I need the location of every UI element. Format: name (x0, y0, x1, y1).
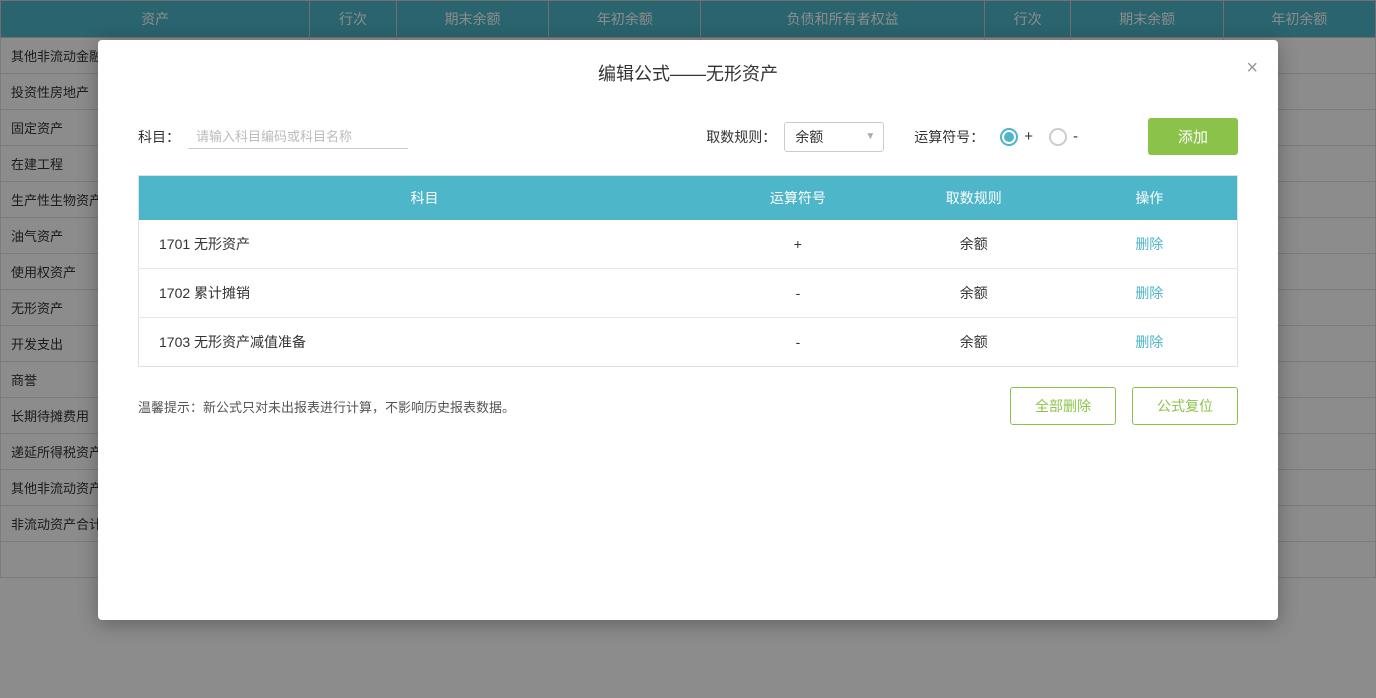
th-operator: 运算符号 (710, 176, 886, 221)
th-rule: 取数规则 (886, 176, 1062, 221)
operator-label: 运算符号： (914, 127, 984, 147)
dropdown-arrow-icon: ▼ (865, 131, 875, 142)
rule-select-text: 余额 (795, 127, 823, 147)
modal-dialog: 编辑公式——无形资产 × 科目： 取数规则： 余额 ▼ 运算符号： + (98, 40, 1278, 620)
row1-action-cell: 删除 (1062, 220, 1238, 269)
add-button[interactable]: 添加 (1148, 118, 1238, 155)
data-table-wrap: 科目 运算符号 取数规则 操作 1701 无形资产 + 余额 删除 (98, 175, 1278, 367)
modal-footer: 温馨提示：新公式只对未出报表进行计算，不影响历史报表数据。 全部删除 公式复位 (98, 367, 1278, 435)
delete-all-button[interactable]: 全部删除 (1010, 387, 1116, 425)
radio-minus-circle (1049, 128, 1067, 146)
modal-overlay: 编辑公式——无形资产 × 科目： 取数规则： 余额 ▼ 运算符号： + (0, 0, 1376, 698)
row3-operator: - (710, 318, 886, 367)
radio-minus[interactable]: - (1049, 128, 1078, 146)
formula-row-3: 1703 无形资产减值准备 - 余额 删除 (139, 318, 1238, 367)
row1-operator: + (710, 220, 886, 269)
row1-delete-button[interactable]: 删除 (1135, 236, 1163, 252)
modal-title: 编辑公式——无形资产 (598, 60, 778, 86)
form-row: 科目： 取数规则： 余额 ▼ 运算符号： + (98, 102, 1278, 175)
row3-subject: 1703 无形资产减值准备 (139, 318, 710, 367)
formula-row-1: 1701 无形资产 + 余额 删除 (139, 220, 1238, 269)
modal-close-button[interactable]: × (1246, 58, 1258, 78)
row3-action-cell: 删除 (1062, 318, 1238, 367)
row3-rule: 余额 (886, 318, 1062, 367)
row2-action-cell: 删除 (1062, 269, 1238, 318)
subject-label: 科目： (138, 127, 180, 147)
radio-group: + - (1000, 128, 1078, 146)
row1-rule: 余额 (886, 220, 1062, 269)
th-subject: 科目 (139, 176, 710, 221)
row3-delete-button[interactable]: 删除 (1135, 334, 1163, 350)
rule-section: 取数规则： 余额 ▼ (706, 122, 884, 152)
row1-subject: 1701 无形资产 (139, 220, 710, 269)
rule-label: 取数规则： (706, 127, 776, 147)
formula-row-2: 1702 累计摊销 - 余额 删除 (139, 269, 1238, 318)
reset-formula-button[interactable]: 公式复位 (1132, 387, 1238, 425)
footer-buttons: 全部删除 公式复位 (1010, 387, 1238, 425)
row2-delete-button[interactable]: 删除 (1135, 285, 1163, 301)
radio-minus-label: - (1073, 128, 1078, 145)
row2-subject: 1702 累计摊销 (139, 269, 710, 318)
rule-select[interactable]: 余额 ▼ (784, 122, 884, 152)
radio-plus[interactable]: + (1000, 128, 1033, 146)
th-action: 操作 (1062, 176, 1238, 221)
operator-section: 运算符号： + - (914, 127, 1078, 147)
radio-plus-circle (1000, 128, 1018, 146)
radio-plus-label: + (1024, 128, 1033, 145)
footer-tip: 温馨提示：新公式只对未出报表进行计算，不影响历史报表数据。 (138, 397, 515, 416)
formula-table: 科目 运算符号 取数规则 操作 1701 无形资产 + 余额 删除 (138, 175, 1238, 367)
subject-input[interactable] (188, 125, 408, 149)
row2-rule: 余额 (886, 269, 1062, 318)
modal-header: 编辑公式——无形资产 × (98, 40, 1278, 102)
row2-operator: - (710, 269, 886, 318)
